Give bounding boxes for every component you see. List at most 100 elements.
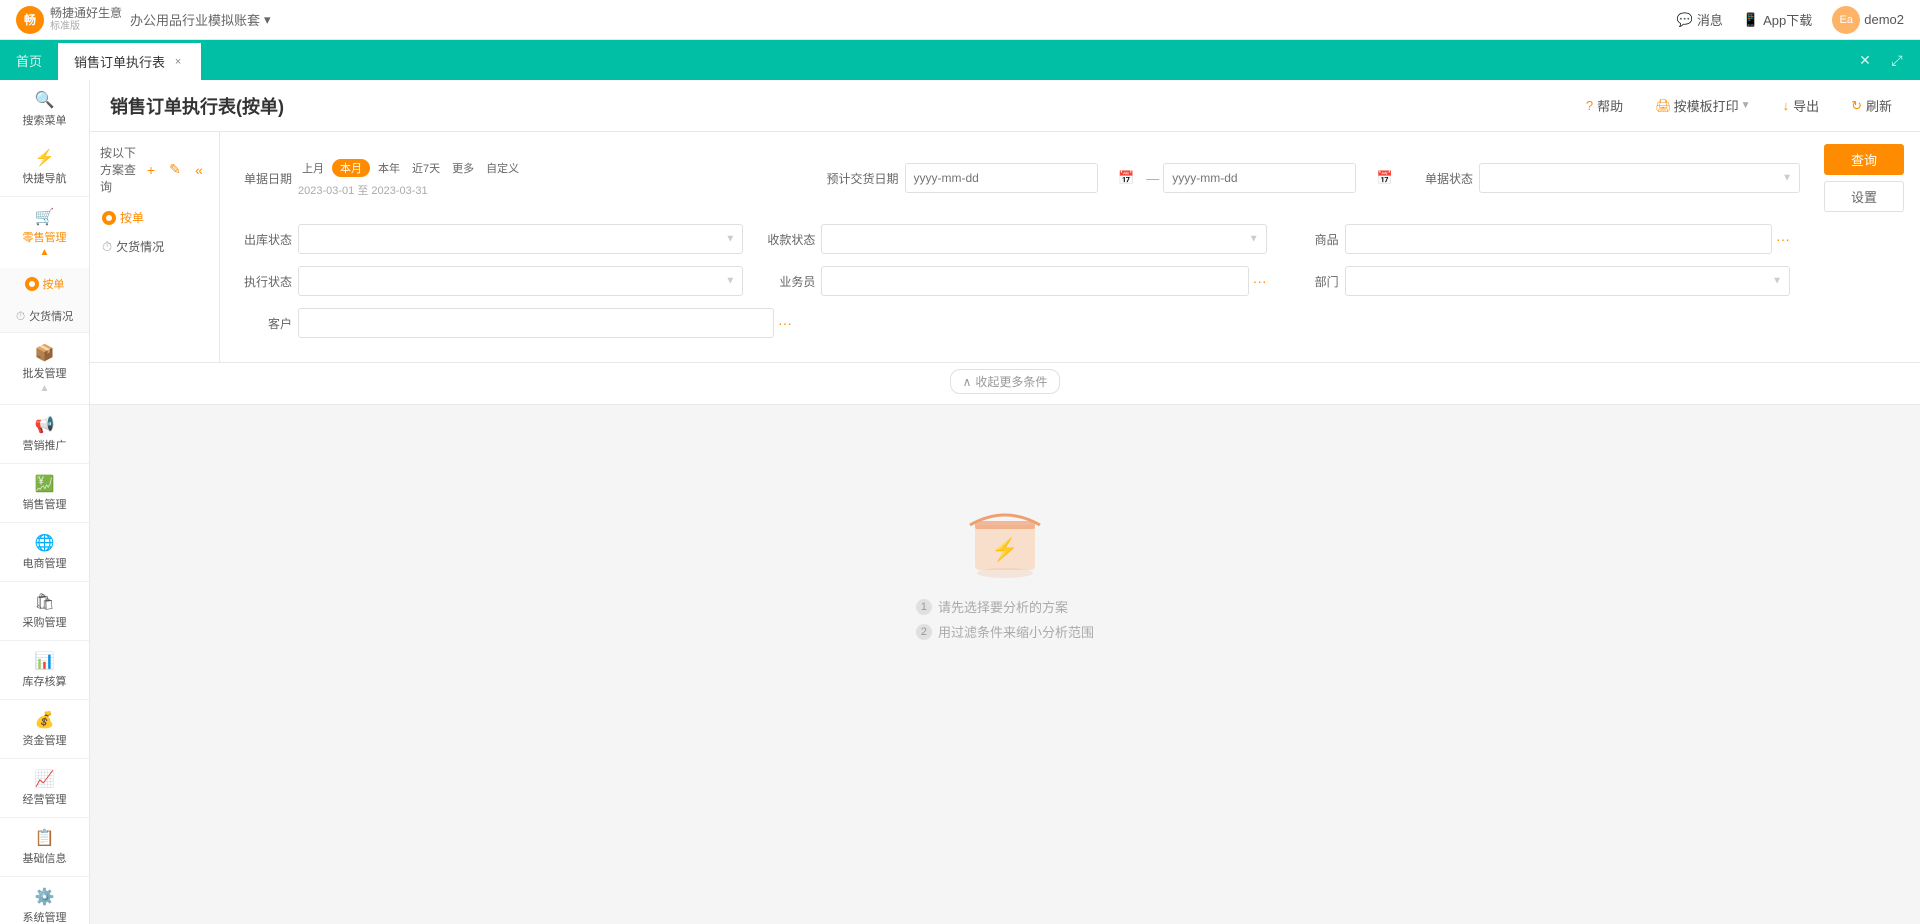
- tab-close-btn[interactable]: ×: [171, 55, 185, 69]
- sidebar-item-debt[interactable]: ⏱ 欠货情况: [0, 300, 89, 332]
- sidebar-group-wholesale-header[interactable]: 📦 批发管理 ▲: [0, 333, 89, 404]
- dept-select[interactable]: [1345, 266, 1790, 296]
- refresh-label: 刷新: [1866, 96, 1892, 115]
- date-chip-thismonth[interactable]: 本月: [332, 159, 370, 177]
- query-btn[interactable]: 查询: [1824, 144, 1904, 175]
- product-more-icon[interactable]: ···: [1776, 231, 1790, 247]
- breadcrumb-text: 办公用品行业模拟账套: [130, 10, 260, 29]
- sidebar-group-retail-header[interactable]: 🛒 零售管理 ▲: [0, 197, 89, 268]
- help-icon: ?: [1586, 98, 1593, 113]
- salesman-control: ···: [821, 266, 1266, 296]
- inventory-icon: 📊: [35, 651, 55, 671]
- sidebar-item-operations[interactable]: 📈 经营管理: [0, 759, 89, 818]
- filter-row-1: 单据日期 上月 本月 本年 近7天 更多 自定义 20: [236, 144, 1904, 212]
- sidebar-item-cashier[interactable]: 按单: [0, 268, 89, 300]
- date-chip-thisyear[interactable]: 本年: [374, 158, 404, 178]
- app-download-btn[interactable]: 📱 App下载: [1743, 10, 1812, 29]
- content-area: 销售订单执行表(按单) ? 帮助 🖨 按模板打印 ▼ ↓ 导出: [90, 80, 1920, 924]
- tab-home[interactable]: 首页: [0, 40, 58, 80]
- help-label: 帮助: [1597, 96, 1623, 115]
- product-control: ···: [1345, 224, 1790, 254]
- tab-sales-order[interactable]: 销售订单执行表 ×: [58, 40, 201, 80]
- collapse-more-btn[interactable]: ∧ 收起更多条件: [950, 369, 1061, 394]
- payment-label: 收款状态: [759, 231, 815, 248]
- exec-select[interactable]: [298, 266, 743, 296]
- filter-row-3: 执行状态 ▼ 业务员 ··: [236, 266, 1904, 296]
- page-header-actions: ? 帮助 🖨 按模板打印 ▼ ↓ 导出 ↻ 刷新: [1578, 92, 1900, 119]
- print-btn[interactable]: 🖨 按模板打印 ▼: [1647, 92, 1758, 119]
- settings-btn[interactable]: 设置: [1824, 181, 1904, 212]
- expand-window-btn[interactable]: ⤢: [1882, 45, 1912, 75]
- product-input[interactable]: [1345, 224, 1772, 254]
- close-window-btn[interactable]: ✕: [1850, 45, 1880, 75]
- sidebar-group-retail[interactable]: 🛒 零售管理 ▲ 按单 ⏱ 欠货情况: [0, 197, 89, 333]
- retail-icon: 🛒: [35, 207, 55, 227]
- retail-children: 按单 ⏱ 欠货情况: [0, 268, 89, 332]
- dept-control: ▼: [1345, 266, 1790, 296]
- export-btn[interactable]: ↓ 导出: [1775, 92, 1828, 119]
- sidebar-item-system[interactable]: ⚙️ 系统管理: [0, 877, 89, 924]
- date-chip-more[interactable]: 更多: [448, 158, 478, 178]
- ecommerce-label: 电商管理: [23, 555, 67, 571]
- salesman-input[interactable]: [821, 266, 1248, 296]
- scheme-edit-btn[interactable]: ✎: [165, 160, 185, 180]
- date-chips: 上月 本月 本年 近7天 更多 自定义: [298, 158, 811, 178]
- help-btn[interactable]: ? 帮助: [1578, 92, 1631, 119]
- filter-panel: 按以下方案查询 + ✎ «: [90, 132, 1920, 363]
- sidebar-item-finance[interactable]: 💰 资金管理: [0, 700, 89, 759]
- forecast-calendar-start-icon: 📅: [1118, 170, 1134, 186]
- filter-field-salesman: 业务员 ···: [759, 266, 1266, 296]
- order-status-wrap: ▼: [1479, 163, 1800, 193]
- order-status-select[interactable]: [1479, 163, 1800, 193]
- top-header: 畅 畅捷通好生意 标准版 办公用品行业模拟账套 ▾ 💬 消息 📱 App下载 E…: [0, 0, 1920, 40]
- payment-select[interactable]: [821, 224, 1266, 254]
- customer-more-icon[interactable]: ···: [778, 315, 792, 331]
- message-btn[interactable]: 💬 消息: [1677, 10, 1723, 29]
- sidebar-item-marketing[interactable]: 📢 营销推广: [0, 405, 89, 464]
- scheme-item-cashier[interactable]: 按单: [90, 203, 219, 232]
- sidebar-item-ecommerce[interactable]: 🌐 电商管理: [0, 523, 89, 582]
- user-btn[interactable]: Ea demo2: [1832, 6, 1904, 34]
- empty-text-1: 1 请先选择要分析的方案: [916, 597, 1094, 616]
- debt-icon: ⏱: [16, 309, 25, 324]
- scheme-add-btn[interactable]: +: [141, 160, 161, 180]
- date-chip-custom[interactable]: 自定义: [482, 158, 523, 178]
- breadcrumb-dropdown-icon[interactable]: ▾: [264, 12, 271, 28]
- date-chip-7days[interactable]: 近7天: [408, 158, 444, 178]
- export-label: 导出: [1793, 96, 1819, 115]
- sidebar-item-sales[interactable]: 💹 销售管理: [0, 464, 89, 523]
- sidebar-item-basic[interactable]: 📋 基础信息: [0, 818, 89, 877]
- exec-status-label: 执行状态: [236, 273, 292, 290]
- date-separator: —: [1146, 171, 1159, 186]
- avatar: Ea: [1832, 6, 1860, 34]
- scheme-item-debt[interactable]: ⏱ 欠货情况: [90, 232, 219, 261]
- date-chip-lastmonth[interactable]: 上月: [298, 158, 328, 178]
- breadcrumb: 办公用品行业模拟账套 ▾: [130, 10, 271, 29]
- refresh-btn[interactable]: ↻ 刷新: [1843, 92, 1900, 119]
- sidebar-item-quick-nav[interactable]: ⚡ 快捷导航: [0, 138, 89, 196]
- filter-row-2: 出库状态 ▼ 收款状态: [236, 224, 1904, 254]
- message-icon: 💬: [1677, 12, 1693, 28]
- filter-field-product: 商品 ···: [1283, 224, 1790, 254]
- date-label: 单据日期: [236, 170, 292, 187]
- cashier-active-dot: [25, 277, 39, 291]
- scheme-sidebar: 按以下方案查询 + ✎ «: [90, 132, 220, 362]
- customer-input[interactable]: [298, 308, 774, 338]
- header-right: 💬 消息 📱 App下载 Ea demo2: [1677, 6, 1904, 34]
- scheme-debt-icon: ⏱: [102, 239, 112, 255]
- wholesale-expand-icon: ▲: [40, 383, 50, 394]
- sidebar: 🔍 搜索菜单 ⚡ 快捷导航 🛒 零售管理 ▲ 按单: [0, 80, 90, 924]
- scheme-collapse-btn[interactable]: «: [189, 160, 209, 180]
- collapse-chevron-icon: ∧: [963, 375, 972, 389]
- sidebar-item-search[interactable]: 🔍 搜索菜单: [0, 80, 89, 138]
- sidebar-item-purchase[interactable]: 🛍 采购管理: [0, 582, 89, 641]
- outbound-select[interactable]: [298, 224, 743, 254]
- main-layout: 🔍 搜索菜单 ⚡ 快捷导航 🛒 零售管理 ▲ 按单: [0, 80, 1920, 924]
- payment-control: ▼: [821, 224, 1266, 254]
- sidebar-item-inventory[interactable]: 📊 库存核算: [0, 641, 89, 700]
- forecast-date-end[interactable]: [1163, 163, 1356, 193]
- forecast-date-start[interactable]: [905, 163, 1098, 193]
- salesman-more-icon[interactable]: ···: [1253, 273, 1267, 289]
- filter-row-4: 客户 ···: [236, 308, 1904, 338]
- sidebar-group-wholesale[interactable]: 📦 批发管理 ▲: [0, 333, 89, 405]
